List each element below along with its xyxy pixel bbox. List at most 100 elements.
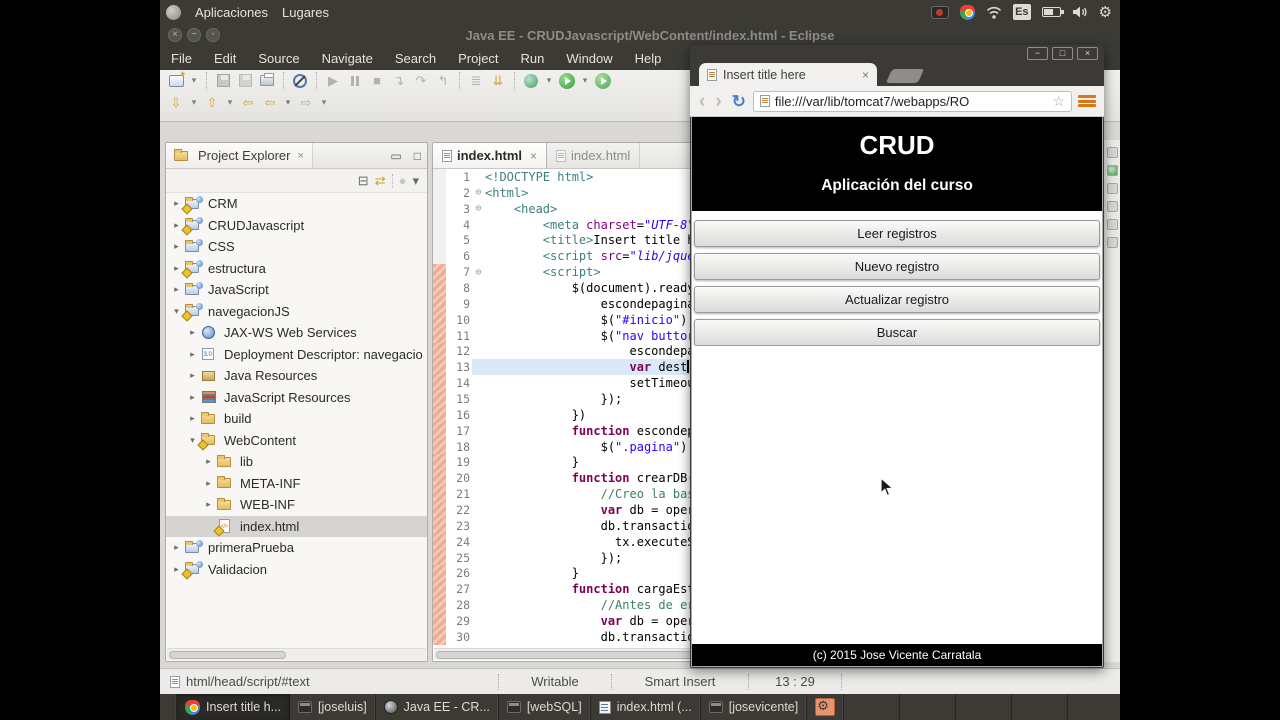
mark-occurrences-icon[interactable]: ≣ (466, 71, 486, 91)
forward-history-icon[interactable]: ⇨ (296, 92, 316, 112)
menu-window[interactable]: Window (555, 49, 623, 68)
chrome-tray-icon[interactable] (960, 4, 976, 20)
tree-item-estructura[interactable]: ▸ estructura (166, 258, 427, 280)
volume-icon[interactable] (1072, 5, 1088, 19)
server-view-icon[interactable] (1106, 165, 1118, 176)
explorer-minimize-icon[interactable]: ▭ (384, 149, 407, 163)
bookmark-star-icon[interactable]: ☆ (1052, 93, 1065, 110)
retarget-icon[interactable]: ⇊ (488, 71, 508, 91)
external-tools-icon[interactable] (593, 71, 613, 91)
view-menu-icon[interactable]: ▾ (412, 173, 419, 189)
taskbar-item-java-ee-cr-[interactable]: Java EE - CR... (376, 694, 499, 720)
menu-run[interactable]: Run (510, 49, 556, 68)
editor-tab-close-icon[interactable]: × (530, 149, 537, 163)
keyboard-layout-indicator[interactable]: Es (1013, 4, 1031, 20)
fold-marker-icon[interactable]: ⊖ (472, 267, 485, 278)
fold-marker-icon[interactable]: ⊖ (472, 187, 485, 198)
tab-close-icon[interactable]: × (862, 68, 869, 82)
places-menu[interactable]: Lugares (282, 5, 329, 20)
tree-item-crudjavascript[interactable]: ▸ CRUDJavascript (166, 215, 427, 237)
page-button-nuevo-registro[interactable]: Nuevo registro (694, 253, 1100, 280)
tree-expand-arrow-icon[interactable]: ▸ (186, 392, 199, 403)
url-text[interactable]: file:///var/lib/tomcat7/webapps/RO (775, 94, 1048, 109)
skip-breakpoints-icon[interactable] (290, 71, 310, 91)
screen-recorder-icon[interactable] (931, 5, 950, 19)
tree-expand-arrow-icon[interactable]: ▸ (186, 349, 199, 360)
previous-annotation-dropdown-icon[interactable]: ▾ (224, 92, 236, 112)
last-edit-location-icon[interactable]: ⇩ (166, 92, 186, 112)
tree-expand-arrow-icon[interactable]: ▸ (186, 327, 199, 338)
tree-item-web-inf[interactable]: ▸ WEB-INF (166, 494, 427, 516)
explorer-horizontal-scrollbar[interactable] (167, 648, 426, 660)
tree-item-meta-inf[interactable]: ▸ META-INF (166, 473, 427, 495)
back-history-star-icon[interactable]: ⇦ (238, 92, 258, 112)
tree-item-javascript[interactable]: ▸ JavaScript (166, 279, 427, 301)
tree-item-build[interactable]: ▸ build (166, 408, 427, 430)
snippets-view-icon[interactable] (1106, 219, 1118, 230)
focus-working-set-icon[interactable]: ● (399, 173, 407, 188)
editor-tab-0[interactable]: index.html × (433, 143, 548, 168)
collapse-all-icon[interactable]: ⊟ (358, 173, 369, 189)
new-wizard-icon[interactable] (166, 70, 187, 91)
back-icon[interactable]: ‹ (696, 92, 708, 111)
browser-menu-icon[interactable] (1078, 94, 1096, 108)
menu-file[interactable]: File (160, 49, 203, 68)
back-history-icon[interactable]: ⇦ (260, 92, 280, 112)
outline-view-icon[interactable] (1106, 183, 1118, 194)
tree-item-navegacionjs[interactable]: ▾ navegacionJS (166, 301, 427, 323)
tree-item-webcontent[interactable]: ▾ WebContent (166, 430, 427, 452)
tree-expand-arrow-icon[interactable]: ▸ (186, 370, 199, 381)
explorer-maximize-icon[interactable]: □ (408, 149, 427, 163)
tree-expand-arrow-icon[interactable]: ▸ (170, 284, 183, 295)
eclipse-minimize-button[interactable]: − (187, 28, 201, 42)
menu-project[interactable]: Project (447, 49, 509, 68)
back-history-dropdown-icon[interactable]: ▾ (282, 92, 294, 112)
browser-minimize-button[interactable]: − (1027, 47, 1048, 60)
page-button-leer-registros[interactable]: Leer registros (694, 220, 1100, 247)
taskbar-item--websql-[interactable]: [webSQL] (499, 694, 591, 720)
browser-maximize-button[interactable]: □ (1052, 47, 1073, 60)
print-icon[interactable] (257, 71, 277, 91)
forward-history-dropdown-icon[interactable]: ▾ (318, 92, 330, 112)
eclipse-maximize-button[interactable]: ◦ (206, 28, 220, 42)
session-gear-icon[interactable]: ⚙ (1099, 5, 1112, 20)
run-icon[interactable] (557, 71, 577, 91)
tree-item-jax-ws-web-services[interactable]: ▸ JAX-WS Web Services (166, 322, 427, 344)
new-wizard-dropdown-icon[interactable]: ▾ (188, 71, 200, 91)
browser-close-button[interactable]: × (1077, 47, 1098, 60)
pause-icon[interactable] (345, 71, 365, 91)
save-icon[interactable] (213, 71, 233, 91)
fold-marker-icon[interactable]: ⊖ (472, 203, 485, 214)
tree-item-validacion[interactable]: ▸ Validacion (166, 559, 427, 581)
project-explorer-tab[interactable]: Project Explorer × (166, 143, 313, 168)
task-list-view-icon[interactable] (1106, 201, 1118, 212)
reload-icon[interactable]: ↻ (729, 93, 749, 110)
tree-expand-arrow-icon[interactable]: ▸ (170, 542, 183, 553)
tree-expand-arrow-icon[interactable]: ▸ (170, 241, 183, 252)
last-edit-dropdown-icon[interactable]: ▾ (188, 92, 200, 112)
menu-edit[interactable]: Edit (203, 49, 247, 68)
editor-tab-1[interactable]: index.html (547, 143, 641, 168)
browser-tab[interactable]: Insert title here × (699, 63, 877, 86)
taskbar-item-insert-title-h-[interactable]: Insert title h... (177, 694, 291, 720)
resume-icon[interactable]: ▶ (323, 71, 343, 91)
palette-view-icon[interactable] (1106, 237, 1118, 248)
new-tab-button[interactable] (885, 69, 925, 83)
distro-logo-icon[interactable] (166, 4, 181, 20)
tree-item-javascript-resources[interactable]: ▸ JavaScript Resources (166, 387, 427, 409)
page-button-actualizar-registro[interactable]: Actualizar registro (694, 286, 1100, 313)
tree-item-primeraprueba[interactable]: ▸ primeraPrueba (166, 537, 427, 559)
step-return-icon[interactable]: ↰ (433, 71, 453, 91)
forward-icon[interactable]: › (712, 92, 724, 111)
save-all-icon[interactable] (235, 71, 255, 91)
previous-annotation-icon[interactable]: ⇧ (202, 92, 222, 112)
tree-item-lib[interactable]: ▸ lib (166, 451, 427, 473)
tree-item-css[interactable]: ▸ CSS (166, 236, 427, 258)
restore-view-icon[interactable] (1106, 147, 1118, 158)
tree-item-index-html[interactable]: index.html (166, 515, 427, 537)
menu-help[interactable]: Help (624, 49, 673, 68)
tree-expand-arrow-icon[interactable]: ▸ (186, 413, 199, 424)
debug-dropdown-icon[interactable]: ▾ (543, 71, 555, 91)
battery-icon[interactable] (1041, 7, 1064, 17)
menu-search[interactable]: Search (384, 49, 447, 68)
